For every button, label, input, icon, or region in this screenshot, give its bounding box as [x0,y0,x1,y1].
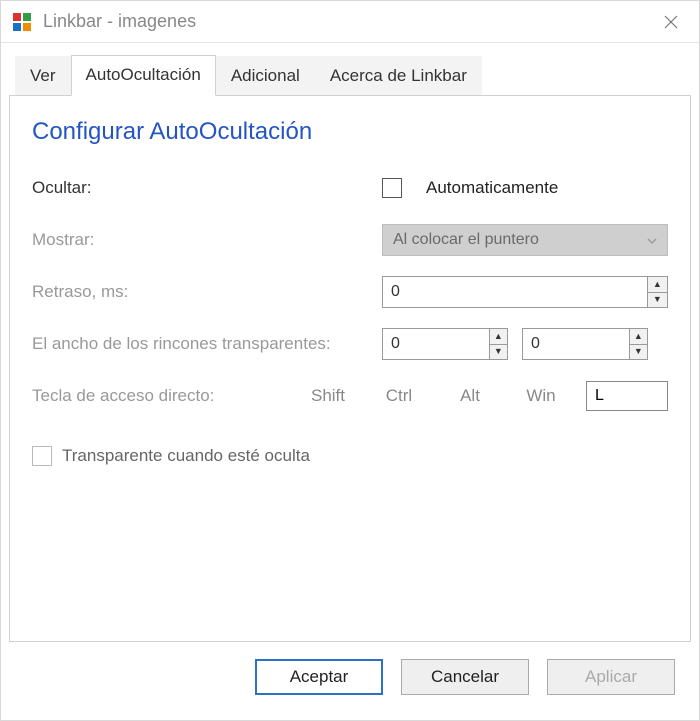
mod-shift: Shift [302,386,354,406]
spinner-corner-a-buttons[interactable]: ▲ ▼ [489,329,507,359]
triangle-down-icon[interactable]: ▼ [648,293,667,308]
checkbox-auto[interactable] [382,178,402,198]
row-corners: El ancho de los rincones transparentes: … [32,328,668,360]
tab-view[interactable]: Ver [15,56,71,96]
section-title: Configurar AutoOcultación [32,118,668,146]
cancel-button[interactable]: Cancelar [401,659,529,695]
close-icon[interactable] [653,4,689,40]
triangle-down-icon[interactable]: ▼ [490,345,507,360]
input-delay[interactable] [383,277,647,307]
row-show: Mostrar: Al colocar el puntero [32,224,668,256]
label-hide: Ocultar: [32,178,382,198]
mod-ctrl: Ctrl [373,386,425,406]
ok-button[interactable]: Aceptar [255,659,383,695]
triangle-up-icon[interactable]: ▲ [630,329,647,345]
triangle-up-icon[interactable]: ▲ [490,329,507,345]
checkbox-transparent[interactable] [32,446,52,466]
tab-autohide[interactable]: AutoOcultación [71,55,216,96]
triangle-down-icon[interactable]: ▼ [630,345,647,360]
input-hotkey[interactable] [586,381,668,411]
chevron-down-icon [647,231,657,249]
titlebar: Linkbar - imagenes [1,1,699,43]
row-hide: Ocultar: Automaticamente [32,172,668,204]
spinner-delay-buttons[interactable]: ▲ ▼ [647,277,667,307]
row-hotkey: Tecla de acceso directo: Shift Ctrl Alt … [32,380,668,412]
tabstrip: Ver AutoOcultación Adicional Acerca de L… [9,55,691,96]
mod-alt: Alt [444,386,496,406]
label-auto: Automaticamente [426,178,558,198]
tab-about[interactable]: Acerca de Linkbar [315,56,482,96]
spinner-delay[interactable]: ▲ ▼ [382,276,668,308]
apply-button[interactable]: Aplicar [547,659,675,695]
label-transparent: Transparente cuando esté oculta [62,446,310,466]
combo-show-value: Al colocar el puntero [393,231,539,249]
dialog-footer: Aceptar Cancelar Aplicar [9,642,691,712]
label-show: Mostrar: [32,230,382,250]
spinner-corner-b[interactable]: ▲ ▼ [522,328,648,360]
row-transparent: Transparente cuando esté oculta [32,440,668,472]
spinner-corner-a[interactable]: ▲ ▼ [382,328,508,360]
tab-page-autohide: Configurar AutoOcultación Ocultar: Autom… [9,95,691,642]
tab-additional[interactable]: Adicional [216,56,315,96]
label-hotkey: Tecla de acceso directo: [32,386,302,406]
client-area: Ver AutoOcultación Adicional Acerca de L… [1,43,699,720]
input-corner-a[interactable] [383,329,489,359]
triangle-up-icon[interactable]: ▲ [648,277,667,293]
settings-window: Linkbar - imagenes Ver AutoOcultación Ad… [0,0,700,721]
label-delay: Retraso, ms: [32,282,382,302]
app-icon [11,11,33,33]
window-title: Linkbar - imagenes [43,11,653,32]
row-delay: Retraso, ms: ▲ ▼ [32,276,668,308]
spinner-corner-b-buttons[interactable]: ▲ ▼ [629,329,647,359]
input-corner-b[interactable] [523,329,629,359]
mod-win: Win [515,386,567,406]
label-corners: El ancho de los rincones transparentes: [32,334,382,354]
combo-show-mode[interactable]: Al colocar el puntero [382,224,668,256]
